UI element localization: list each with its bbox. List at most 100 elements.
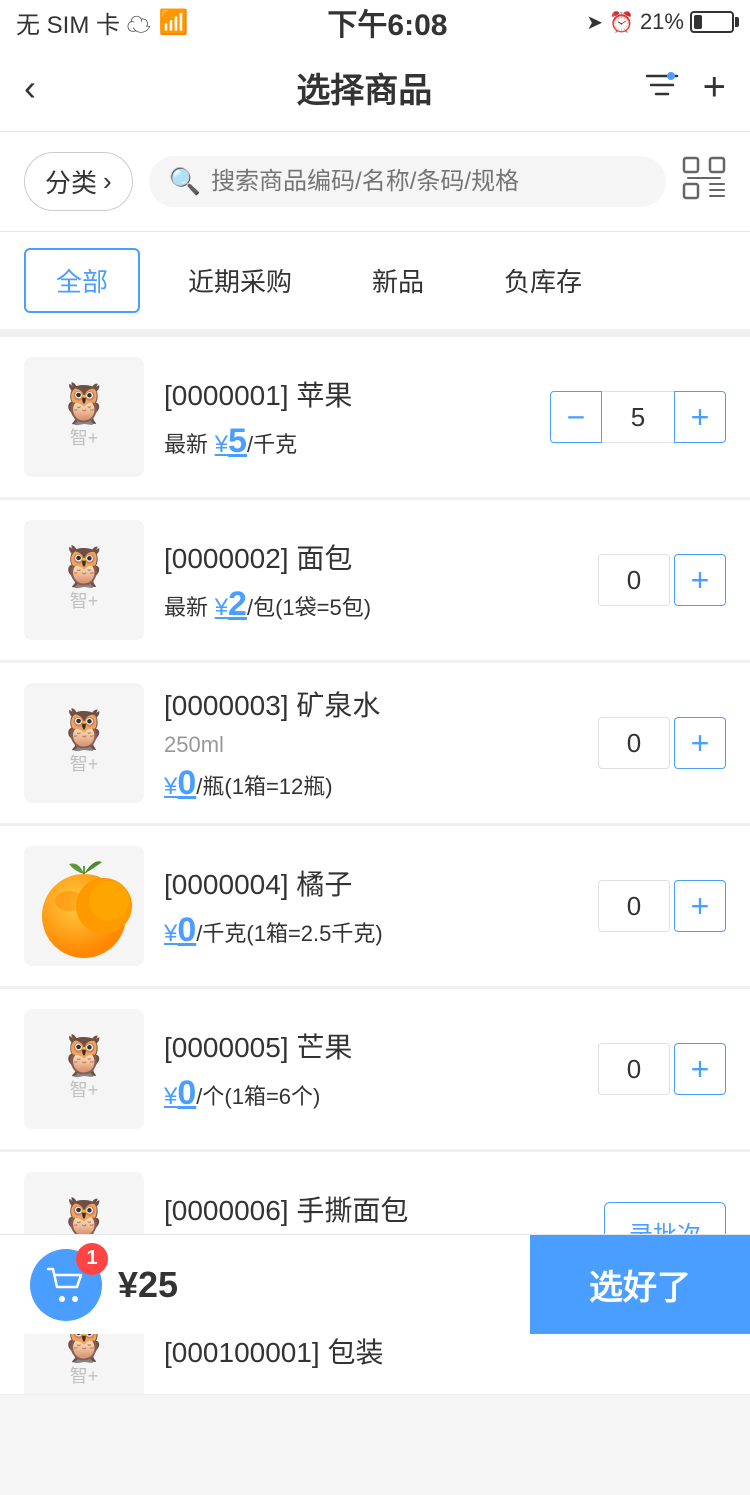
product-thumb-2: 🦉 智+: [24, 520, 144, 640]
qty-control-5: +: [598, 1043, 726, 1095]
product-info-5: [0000005] 芒果 ¥0/个(1箱=6个): [164, 1026, 578, 1113]
product-thumb-5: 🦉 智+: [24, 1009, 144, 1129]
category-label: 分类: [45, 163, 97, 200]
add-icon[interactable]: +: [703, 65, 726, 110]
category-chevron: ›: [103, 166, 112, 197]
status-time: 下午6:08: [327, 0, 447, 44]
tab-recent[interactable]: 近期采购: [156, 248, 324, 313]
price-num-3: 0: [177, 764, 196, 802]
product-price-2: 最新 ¥2/包(1袋=5包): [164, 585, 578, 624]
tab-negative-label: 负库存: [504, 267, 582, 297]
product-name-4: [0000004] 橘子: [164, 863, 578, 903]
price-num-1: 5: [228, 422, 247, 460]
product-name-3: [0000003] 矿泉水: [164, 684, 578, 724]
search-icon: 🔍: [169, 166, 201, 197]
location-icon: ➤: [586, 10, 603, 35]
filter-icon[interactable]: [645, 67, 679, 109]
product-price-4: ¥0/千克(1箱=2.5千克): [164, 911, 578, 950]
cart-button[interactable]: 1: [30, 1249, 102, 1321]
status-bar: 无 SIM 卡 ☁ 📶 下午6:08 ➤ ⏰ 21%: [0, 0, 750, 44]
price-suffix-2: /包(1袋=5包): [247, 595, 371, 620]
tab-all-label: 全部: [56, 267, 108, 297]
qty-control-4: +: [598, 880, 726, 932]
wifi-icon: 📶: [159, 8, 189, 37]
qty-input-3[interactable]: [598, 717, 670, 769]
tab-all[interactable]: 全部: [24, 248, 140, 313]
search-input[interactable]: [211, 168, 646, 196]
qty-plus-4[interactable]: +: [674, 880, 726, 932]
product-thumb-1: 🦉 智+: [24, 357, 144, 477]
product-info-2: [0000002] 面包 最新 ¥2/包(1袋=5包): [164, 537, 578, 624]
sim-label: 无 SIM 卡 ☁: [16, 5, 151, 40]
battery-icon: [690, 11, 734, 33]
cart-icon: [46, 1267, 86, 1303]
product-spec-3: 250ml: [164, 732, 578, 758]
product-info-1: [0000001] 苹果 最新 ¥5/千克: [164, 374, 530, 461]
product-name-6: [0000006] 手撕面包: [164, 1189, 584, 1229]
placeholder-owl-text-2: 智+: [70, 587, 99, 613]
qty-plus-2[interactable]: +: [674, 554, 726, 606]
price-num-2: 2: [228, 585, 247, 623]
scan-icon[interactable]: [682, 156, 726, 208]
placeholder-owl-icon-5: 🦉: [59, 1036, 109, 1076]
cart-total: ¥25: [118, 1264, 178, 1306]
placeholder-owl-text-3: 智+: [70, 750, 99, 776]
battery-fill: [694, 15, 702, 29]
price-yen-5: ¥: [164, 1083, 177, 1110]
price-yen-2: ¥: [215, 594, 228, 621]
product-name-5: [0000005] 芒果: [164, 1026, 578, 1066]
orange-image: [24, 846, 144, 966]
tab-recent-label: 近期采购: [188, 267, 292, 297]
tab-new-label: 新品: [372, 267, 424, 297]
product-thumb-3: 🦉 智+: [24, 683, 144, 803]
cart-badge: 1: [76, 1243, 108, 1275]
qty-input-4[interactable]: [598, 880, 670, 932]
product-name-1: [0000001] 苹果: [164, 374, 530, 414]
price-suffix-3: /瓶(1箱=12瓶): [196, 774, 332, 799]
status-right: ➤ ⏰ 21%: [586, 9, 734, 35]
qty-input-1[interactable]: [602, 391, 674, 443]
qty-input-5[interactable]: [598, 1043, 670, 1095]
qty-control-3: +: [598, 717, 726, 769]
search-bar: 分类 › 🔍: [0, 132, 750, 232]
confirm-button[interactable]: 选好了: [530, 1235, 750, 1334]
product-name-2: [0000002] 面包: [164, 537, 578, 577]
product-item-1: 🦉 智+ [0000001] 苹果 最新 ¥5/千克 − +: [0, 337, 750, 498]
tab-negative[interactable]: 负库存: [472, 248, 614, 313]
placeholder-owl-icon-2: 🦉: [59, 547, 109, 587]
nav-bar: ‹ 选择商品 +: [0, 44, 750, 132]
price-yen-1: ¥: [215, 431, 228, 458]
tab-new[interactable]: 新品: [340, 248, 456, 313]
product-info-4: [0000004] 橘子 ¥0/千克(1箱=2.5千克): [164, 863, 578, 950]
placeholder-owl-text-1: 智+: [70, 424, 99, 450]
product-item-4: [0000004] 橘子 ¥0/千克(1箱=2.5千克) +: [0, 826, 750, 987]
qty-plus-5[interactable]: +: [674, 1043, 726, 1095]
price-num-4: 0: [177, 911, 196, 949]
placeholder-owl-text-5: 智+: [70, 1076, 99, 1102]
bottom-bar: 1 ¥25 选好了: [0, 1234, 750, 1334]
cart-section: 1 ¥25: [0, 1249, 530, 1321]
price-suffix-4: /千克(1箱=2.5千克): [196, 921, 382, 946]
product-thumb-4: [24, 846, 144, 966]
price-num-5: 0: [177, 1074, 196, 1112]
qty-plus-3[interactable]: +: [674, 717, 726, 769]
product-price-3: ¥0/瓶(1箱=12瓶): [164, 764, 578, 803]
qty-input-2[interactable]: [598, 554, 670, 606]
product-info-3: [0000003] 矿泉水 250ml ¥0/瓶(1箱=12瓶): [164, 684, 578, 803]
back-button[interactable]: ‹: [24, 67, 84, 109]
qty-minus-1[interactable]: −: [550, 391, 602, 443]
battery-label: 21%: [640, 9, 684, 35]
alarm-icon: ⏰: [609, 10, 634, 35]
category-button[interactable]: 分类 ›: [24, 152, 133, 211]
page-title: 选择商品: [296, 63, 432, 112]
status-left: 无 SIM 卡 ☁ 📶: [16, 5, 189, 40]
qty-control-2: +: [598, 554, 726, 606]
nav-actions: +: [645, 65, 726, 110]
price-yen-4: ¥: [164, 920, 177, 947]
tab-bar: 全部 近期采购 新品 负库存: [0, 232, 750, 337]
placeholder-owl-text-7: 智+: [70, 1362, 99, 1388]
product-item-2: 🦉 智+ [0000002] 面包 最新 ¥2/包(1袋=5包) +: [0, 500, 750, 661]
product-price-1: 最新 ¥5/千克: [164, 422, 530, 461]
qty-plus-1[interactable]: +: [674, 391, 726, 443]
product-item-3: 🦉 智+ [0000003] 矿泉水 250ml ¥0/瓶(1箱=12瓶) +: [0, 663, 750, 824]
